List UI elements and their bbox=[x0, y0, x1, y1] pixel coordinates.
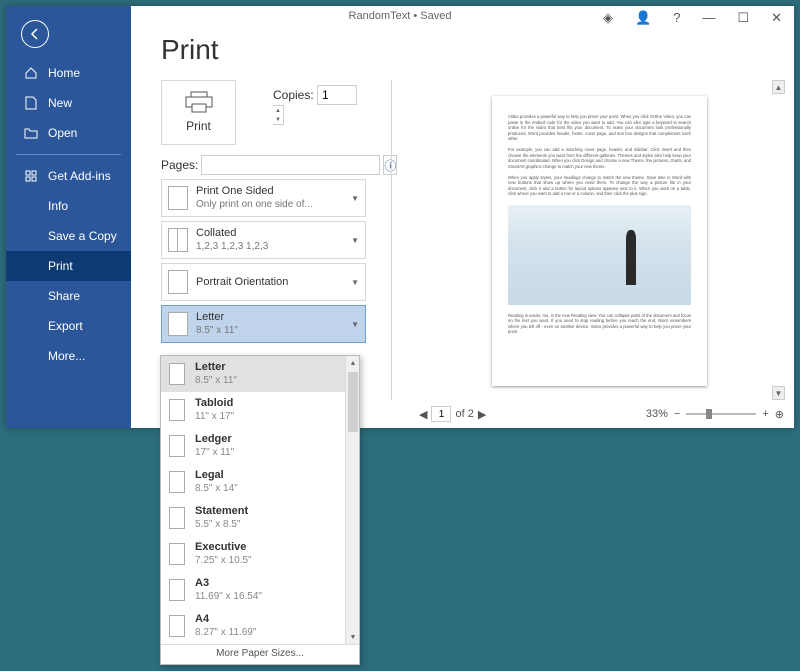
zoom-level: 33% bbox=[646, 408, 668, 420]
scrollbar-thumb[interactable] bbox=[348, 372, 358, 432]
scroll-down-button[interactable]: ▼ bbox=[772, 386, 785, 400]
page-icon bbox=[169, 507, 185, 529]
paper-size-dropdown: Letter8.5" x 11"Tabloid11" x 17"Ledger17… bbox=[160, 355, 360, 665]
nav-new-label: New bbox=[48, 96, 72, 110]
backstage-sidebar: Home New Open Get Add-ins Info Save a Co… bbox=[6, 6, 131, 428]
preview-image bbox=[508, 205, 691, 305]
option-orientation[interactable]: Portrait Orientation ▼ bbox=[161, 263, 366, 301]
more-paper-sizes[interactable]: More Paper Sizes... bbox=[161, 644, 359, 664]
collated-icon bbox=[168, 228, 188, 252]
separator bbox=[16, 154, 121, 155]
chevron-down-icon: ▼ bbox=[351, 278, 359, 287]
sided-icon bbox=[168, 186, 188, 210]
pages-label: Pages: bbox=[161, 158, 198, 172]
page-icon bbox=[169, 471, 185, 493]
page-icon bbox=[169, 615, 185, 637]
nav-export[interactable]: Export bbox=[6, 311, 131, 341]
copies-control: Copies: ▲▼ bbox=[273, 85, 366, 125]
nav-home-label: Home bbox=[48, 66, 80, 80]
prev-page-button[interactable]: ◀ bbox=[419, 408, 427, 421]
nav-addins-label: Get Add-ins bbox=[48, 169, 111, 183]
zoom-out-button[interactable]: − bbox=[674, 408, 680, 420]
nav-open-label: Open bbox=[48, 126, 77, 140]
home-icon bbox=[24, 66, 38, 80]
paper-size-option[interactable]: Executive7.25" x 10.5" bbox=[161, 536, 359, 572]
page-icon bbox=[169, 435, 185, 457]
page-total: of 2 bbox=[455, 408, 473, 420]
zoom-slider[interactable] bbox=[686, 413, 756, 415]
chevron-down-icon: ▼ bbox=[351, 320, 359, 329]
pages-row: Pages: ⓘ bbox=[161, 155, 366, 175]
option-collated[interactable]: Collated1,2,3 1,2,3 1,2,3 ▼ bbox=[161, 221, 366, 259]
print-button[interactable]: Print bbox=[161, 80, 236, 145]
nav-addins[interactable]: Get Add-ins bbox=[6, 161, 131, 191]
paper-size-option[interactable]: Statement5.5" x 8.5" bbox=[161, 500, 359, 536]
nav-more[interactable]: More... bbox=[6, 341, 131, 371]
zoom-in-button[interactable]: + bbox=[762, 408, 768, 420]
page-icon bbox=[169, 543, 185, 565]
next-page-button[interactable]: ▶ bbox=[478, 408, 486, 421]
scroll-up-icon[interactable]: ▲ bbox=[346, 356, 360, 370]
help-icon[interactable]: ? bbox=[667, 8, 686, 28]
page-icon bbox=[169, 399, 185, 421]
nav-new[interactable]: New bbox=[6, 88, 131, 118]
app-window: RandomText • Saved ◈ 👤 ? — ☐ ✕ Home New … bbox=[6, 6, 794, 428]
addins-icon bbox=[24, 169, 38, 183]
dropdown-scrollbar[interactable]: ▲ ▼ bbox=[345, 356, 359, 644]
back-button[interactable] bbox=[21, 20, 49, 48]
copies-label: Copies: bbox=[273, 88, 314, 102]
document-icon bbox=[24, 96, 38, 110]
chevron-down-icon: ▼ bbox=[351, 194, 359, 203]
nav-open[interactable]: Open bbox=[6, 118, 131, 148]
nav-info[interactable]: Info bbox=[6, 191, 131, 221]
page-icon bbox=[168, 312, 188, 336]
copies-spinner[interactable]: ▲▼ bbox=[273, 105, 284, 125]
page-title: Print bbox=[131, 30, 794, 76]
portrait-icon bbox=[168, 270, 188, 294]
paper-size-option[interactable]: Tabloid11" x 17" bbox=[161, 392, 359, 428]
paper-size-option[interactable]: Legal8.5" x 14" bbox=[161, 464, 359, 500]
minimize-button[interactable]: — bbox=[696, 8, 721, 28]
nav-print[interactable]: Print bbox=[6, 251, 131, 281]
scroll-up-button[interactable]: ▲ bbox=[772, 80, 785, 94]
titlebar-controls: ◈ 👤 ? — ☐ ✕ bbox=[597, 8, 788, 28]
page-icon bbox=[169, 579, 185, 601]
folder-icon bbox=[24, 126, 38, 140]
paper-size-option[interactable]: A48.27" x 11.69" bbox=[161, 608, 359, 644]
print-settings: Print Copies: ▲▼ Pages: ⓘ Print One Side… bbox=[161, 80, 366, 343]
close-button[interactable]: ✕ bbox=[765, 8, 788, 28]
paper-size-option[interactable]: Letter8.5" x 11" bbox=[161, 356, 359, 392]
page-number-input[interactable] bbox=[431, 406, 451, 422]
copies-input[interactable] bbox=[317, 85, 357, 105]
preview-page: Video provides a powerful way to help yo… bbox=[492, 96, 707, 386]
nav-save[interactable]: Save a Copy bbox=[6, 221, 131, 251]
scroll-down-icon[interactable]: ▼ bbox=[346, 630, 360, 644]
fit-page-button[interactable]: ⊕ bbox=[775, 408, 784, 421]
pages-input[interactable] bbox=[201, 155, 380, 175]
option-sided[interactable]: Print One SidedOnly print on one side of… bbox=[161, 179, 366, 217]
premium-icon[interactable]: ◈ bbox=[597, 8, 619, 28]
preview-nav: ◀ of 2 ▶ 33% − + ⊕ bbox=[391, 404, 784, 424]
feedback-icon[interactable]: 👤 bbox=[629, 8, 657, 28]
print-preview: ▲ ▼ Video provides a powerful way to hel… bbox=[391, 80, 784, 400]
chevron-down-icon: ▼ bbox=[351, 236, 359, 245]
option-paper-size[interactable]: Letter8.5" x 11" ▼ bbox=[161, 305, 366, 343]
printer-icon bbox=[183, 91, 215, 113]
page-icon bbox=[169, 363, 185, 385]
nav-home[interactable]: Home bbox=[6, 58, 131, 88]
nav-share[interactable]: Share bbox=[6, 281, 131, 311]
maximize-button[interactable]: ☐ bbox=[731, 8, 755, 28]
paper-size-option[interactable]: Ledger17" x 11" bbox=[161, 428, 359, 464]
paper-size-option[interactable]: A311.69" x 16.54" bbox=[161, 572, 359, 608]
print-button-label: Print bbox=[186, 119, 211, 133]
